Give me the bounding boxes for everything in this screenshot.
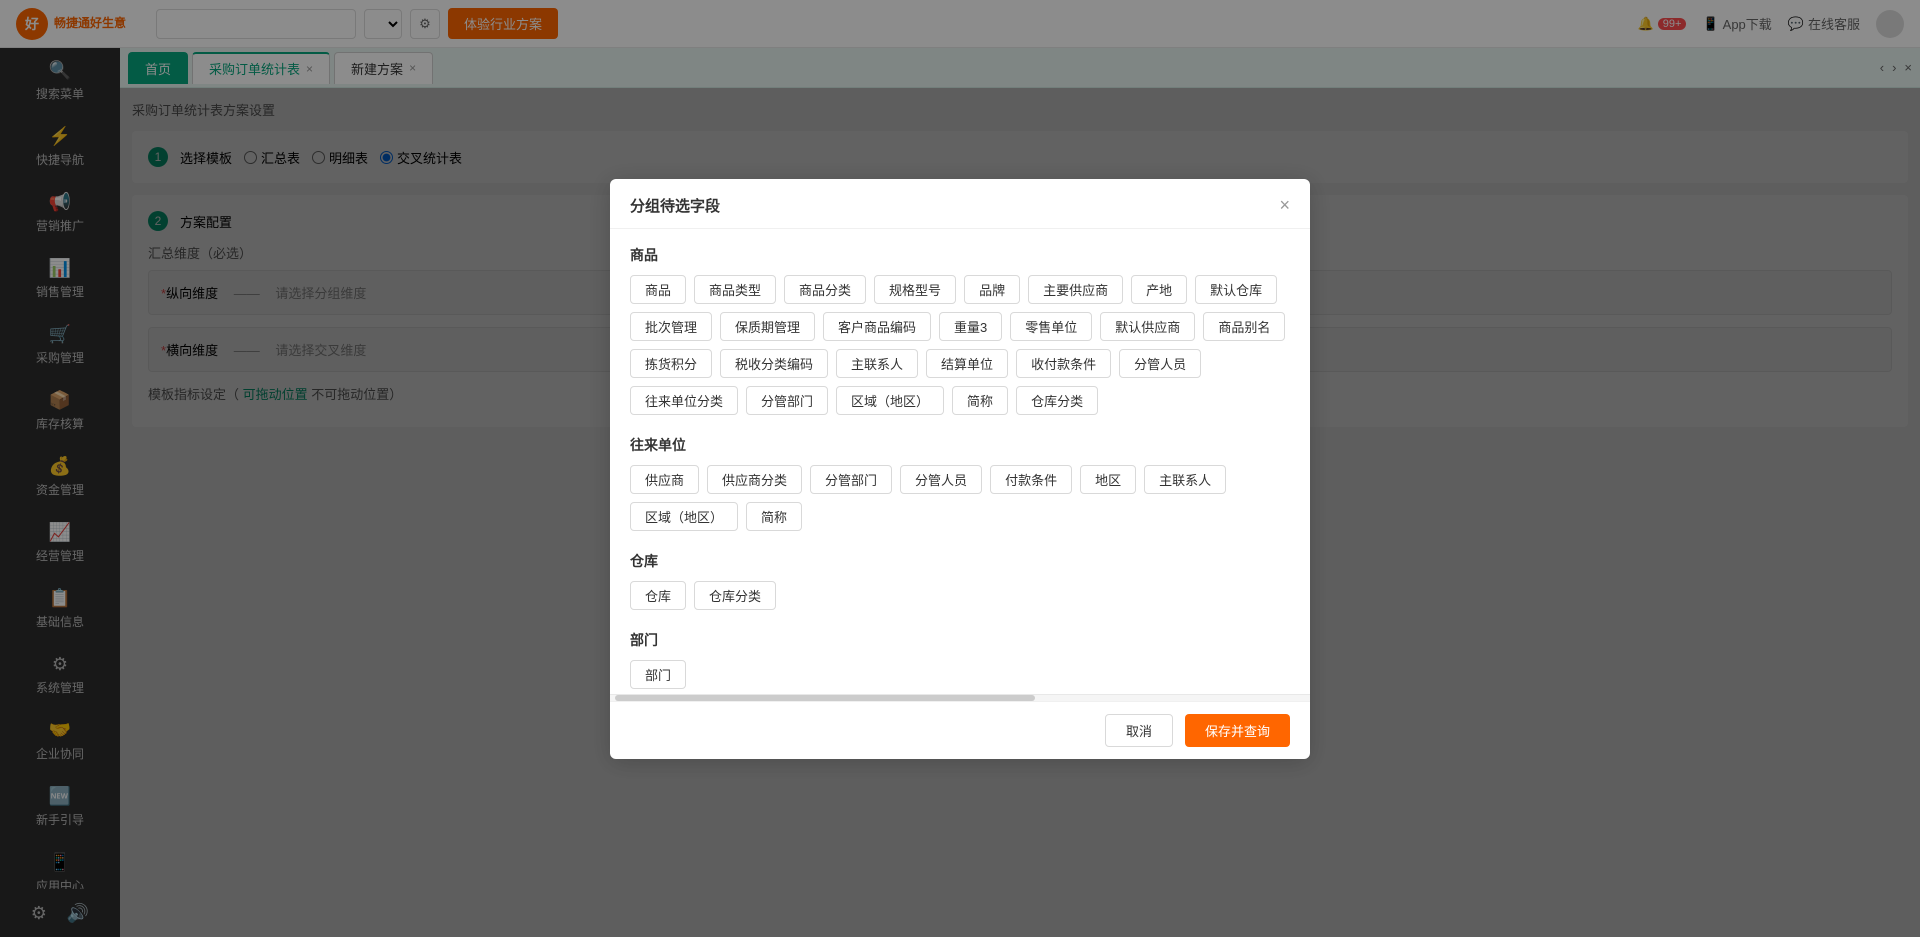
field-chip[interactable]: 重量3 xyxy=(939,312,1002,341)
field-chip[interactable]: 分管部门 xyxy=(746,386,828,415)
field-chip[interactable]: 区域（地区） xyxy=(836,386,944,415)
field-chip[interactable]: 默认供应商 xyxy=(1100,312,1195,341)
field-chip[interactable]: 分管人员 xyxy=(1119,349,1201,378)
cancel-button[interactable]: 取消 xyxy=(1105,714,1173,747)
field-chip[interactable]: 零售单位 xyxy=(1010,312,1092,341)
field-chip[interactable]: 仓库分类 xyxy=(1016,386,1098,415)
field-chip[interactable]: 保质期管理 xyxy=(720,312,815,341)
field-chips-department: 部门 xyxy=(630,660,1290,689)
field-chip[interactable]: 仓库分类 xyxy=(694,581,776,610)
field-chip[interactable]: 客户商品编码 xyxy=(823,312,931,341)
field-group-department: 部门 部门 xyxy=(630,630,1290,689)
dialog-horizontal-scrollbar[interactable] xyxy=(610,694,1310,701)
field-chip[interactable]: 供应商 xyxy=(630,465,699,494)
field-group-title-product: 商品 xyxy=(630,245,1290,265)
field-group-warehouse: 仓库 仓库 仓库分类 xyxy=(630,551,1290,610)
field-chips-product: 商品 商品类型 商品分类 规格型号 品牌 主要供应商 产地 默认仓库 批次管理 … xyxy=(630,275,1290,415)
field-chip[interactable]: 商品别名 xyxy=(1203,312,1285,341)
field-chip[interactable]: 主联系人 xyxy=(1144,465,1226,494)
field-chip[interactable]: 品牌 xyxy=(964,275,1020,304)
field-chip[interactable]: 默认仓库 xyxy=(1195,275,1277,304)
field-chip[interactable]: 主要供应商 xyxy=(1028,275,1123,304)
field-chip[interactable]: 部门 xyxy=(630,660,686,689)
field-chip[interactable]: 产地 xyxy=(1131,275,1187,304)
field-chip[interactable]: 往来单位分类 xyxy=(630,386,738,415)
field-group-partner: 往来单位 供应商 供应商分类 分管部门 分管人员 付款条件 地区 主联系人 区域… xyxy=(630,435,1290,531)
field-chip[interactable]: 税收分类编码 xyxy=(720,349,828,378)
dialog-overlay: 分组待选字段 × 商品 商品 商品类型 商品分类 规格型号 品牌 主要供应商 产… xyxy=(0,0,1920,937)
field-chip[interactable]: 收付款条件 xyxy=(1016,349,1111,378)
field-group-title-warehouse: 仓库 xyxy=(630,551,1290,571)
field-chip[interactable]: 仓库 xyxy=(630,581,686,610)
confirm-button[interactable]: 保存并查询 xyxy=(1185,714,1290,747)
field-chip[interactable]: 规格型号 xyxy=(874,275,956,304)
field-chip[interactable]: 商品分类 xyxy=(784,275,866,304)
field-chip[interactable]: 商品类型 xyxy=(694,275,776,304)
dialog-title: 分组待选字段 xyxy=(630,195,720,216)
field-chip[interactable]: 结算单位 xyxy=(926,349,1008,378)
field-group-title-department: 部门 xyxy=(630,630,1290,650)
field-group-title-partner: 往来单位 xyxy=(630,435,1290,455)
field-chip[interactable]: 供应商分类 xyxy=(707,465,802,494)
field-chip[interactable]: 商品 xyxy=(630,275,686,304)
field-chip[interactable]: 区域（地区） xyxy=(630,502,738,531)
field-chip[interactable]: 简称 xyxy=(952,386,1008,415)
field-chip[interactable]: 付款条件 xyxy=(990,465,1072,494)
field-chip[interactable]: 拣货积分 xyxy=(630,349,712,378)
dialog-body[interactable]: 商品 商品 商品类型 商品分类 规格型号 品牌 主要供应商 产地 默认仓库 批次… xyxy=(610,229,1310,694)
field-chips-partner: 供应商 供应商分类 分管部门 分管人员 付款条件 地区 主联系人 区域（地区） … xyxy=(630,465,1290,531)
field-chip[interactable]: 批次管理 xyxy=(630,312,712,341)
dialog-close-button[interactable]: × xyxy=(1279,195,1290,216)
field-chip[interactable]: 主联系人 xyxy=(836,349,918,378)
field-chip[interactable]: 地区 xyxy=(1080,465,1136,494)
field-select-dialog: 分组待选字段 × 商品 商品 商品类型 商品分类 规格型号 品牌 主要供应商 产… xyxy=(610,179,1310,759)
field-chip[interactable]: 简称 xyxy=(746,502,802,531)
field-chip[interactable]: 分管人员 xyxy=(900,465,982,494)
field-chip[interactable]: 分管部门 xyxy=(810,465,892,494)
dialog-footer: 取消 保存并查询 xyxy=(610,701,1310,759)
field-chips-warehouse: 仓库 仓库分类 xyxy=(630,581,1290,610)
dialog-header: 分组待选字段 × xyxy=(610,179,1310,229)
field-group-product: 商品 商品 商品类型 商品分类 规格型号 品牌 主要供应商 产地 默认仓库 批次… xyxy=(630,245,1290,415)
